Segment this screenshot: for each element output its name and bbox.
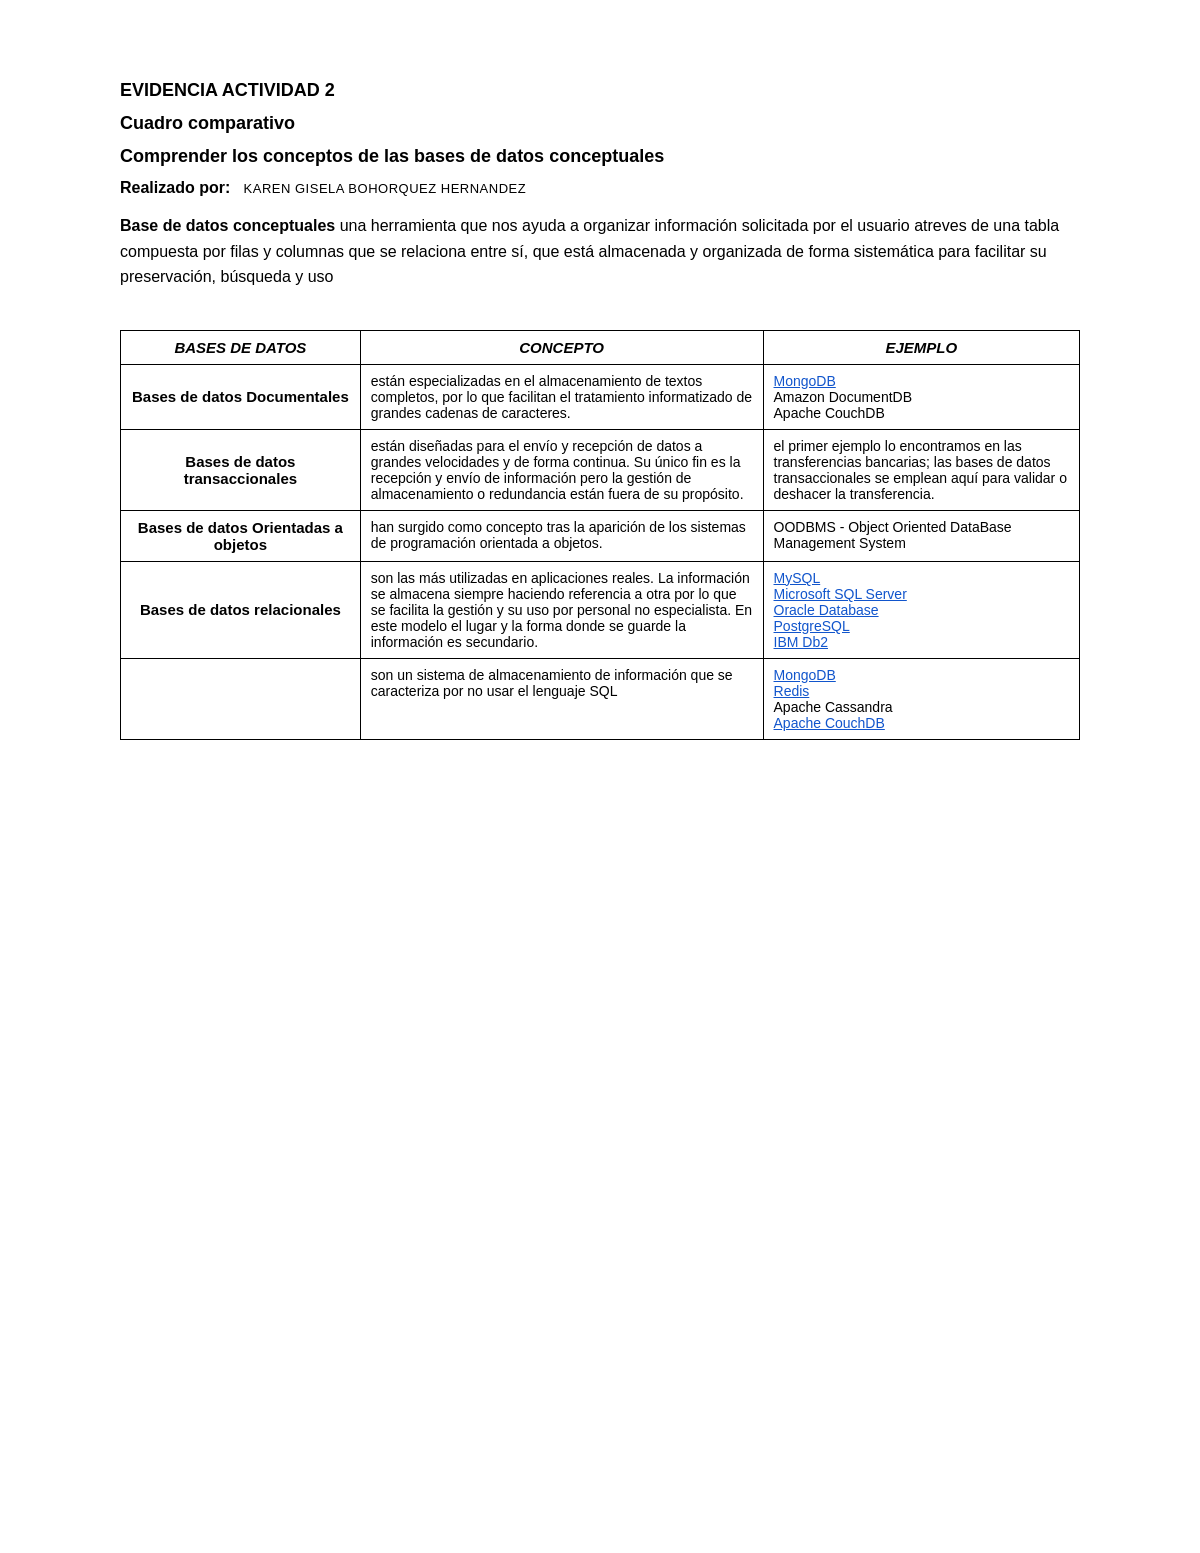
ejemplo-link[interactable]: Redis xyxy=(774,683,810,699)
document-container: EVIDENCIA ACTIVIDAD 2 Cuadro comparativo… xyxy=(120,80,1080,740)
title-sub2: Comprender los conceptos de las bases de… xyxy=(120,146,1080,167)
row-db-name xyxy=(121,658,361,739)
header-ejemplo: EJEMPLO xyxy=(763,330,1079,364)
row-ejemplo: OODBMS - Object Oriented DataBase Manage… xyxy=(763,510,1079,561)
row-db-name: Bases de datos Documentales xyxy=(121,364,361,429)
table-row: Bases de datos Orientadas a objetos han … xyxy=(121,510,1080,561)
description-strong-text: Base de datos conceptuales xyxy=(120,217,335,234)
title-sub: Cuadro comparativo xyxy=(120,113,1080,134)
ejemplo-link[interactable]: MySQL xyxy=(774,570,821,586)
ejemplo-link[interactable]: Apache CouchDB xyxy=(774,715,885,731)
title-main: EVIDENCIA ACTIVIDAD 2 xyxy=(120,80,1080,101)
ejemplo-link[interactable]: MongoDB xyxy=(774,667,836,683)
title-section: EVIDENCIA ACTIVIDAD 2 Cuadro comparativo… xyxy=(120,80,1080,290)
header-bases-de-datos: BASES DE DATOS xyxy=(121,330,361,364)
header-concepto: CONCEPTO xyxy=(360,330,763,364)
author-label: Realizado por: xyxy=(120,179,230,196)
ejemplo-text: el primer ejemplo lo encontramos en las … xyxy=(774,438,1067,502)
table-row: Bases de datos transaccionalesestán dise… xyxy=(121,429,1080,510)
comparison-table: BASES DE DATOS CONCEPTO EJEMPLO Bases de… xyxy=(120,330,1080,740)
table-row: Bases de datos Documentalesestán especia… xyxy=(121,364,1080,429)
row-concepto: son las más utilizadas en aplicaciones r… xyxy=(360,561,763,658)
row-db-name: Bases de datos relacionales xyxy=(121,561,361,658)
row-concepto: han surgido como concepto tras la aparic… xyxy=(360,510,763,561)
ejemplo-plain-text: Apache CouchDB xyxy=(774,405,885,421)
table-row: Bases de datos relacionales son las más … xyxy=(121,561,1080,658)
row-db-name: Bases de datos transaccionales xyxy=(121,429,361,510)
row-db-name: Bases de datos Orientadas a objetos xyxy=(121,510,361,561)
description-paragraph: Base de datos conceptuales una herramien… xyxy=(120,213,1080,290)
ejemplo-text: OODBMS - Object Oriented DataBase Manage… xyxy=(774,519,1012,551)
ejemplo-plain-text: Amazon DocumentDB xyxy=(774,389,913,405)
author-line: Realizado por: KAREN GISELA BOHORQUEZ HE… xyxy=(120,179,1080,197)
row-concepto: están diseñadas para el envío y recepció… xyxy=(360,429,763,510)
ejemplo-link[interactable]: IBM Db2 xyxy=(774,634,828,650)
row-concepto: son un sistema de almacenamiento de info… xyxy=(360,658,763,739)
ejemplo-link[interactable]: Microsoft SQL Server xyxy=(774,586,907,602)
ejemplo-link[interactable]: MongoDB xyxy=(774,373,836,389)
ejemplo-plain-text: Apache Cassandra xyxy=(774,699,893,715)
table-header-row: BASES DE DATOS CONCEPTO EJEMPLO xyxy=(121,330,1080,364)
ejemplo-link[interactable]: Oracle Database xyxy=(774,602,879,618)
row-ejemplo: MongoDBRedisApache CassandraApache Couch… xyxy=(763,658,1079,739)
author-name: KAREN GISELA BOHORQUEZ HERNANDEZ xyxy=(244,181,527,196)
row-ejemplo: MySQLMicrosoft SQL ServerOracle Database… xyxy=(763,561,1079,658)
row-ejemplo: el primer ejemplo lo encontramos en las … xyxy=(763,429,1079,510)
ejemplo-link[interactable]: PostgreSQL xyxy=(774,618,850,634)
table-row: son un sistema de almacenamiento de info… xyxy=(121,658,1080,739)
row-concepto: están especializadas en el almacenamient… xyxy=(360,364,763,429)
row-ejemplo: MongoDBAmazon DocumentDBApache CouchDB xyxy=(763,364,1079,429)
